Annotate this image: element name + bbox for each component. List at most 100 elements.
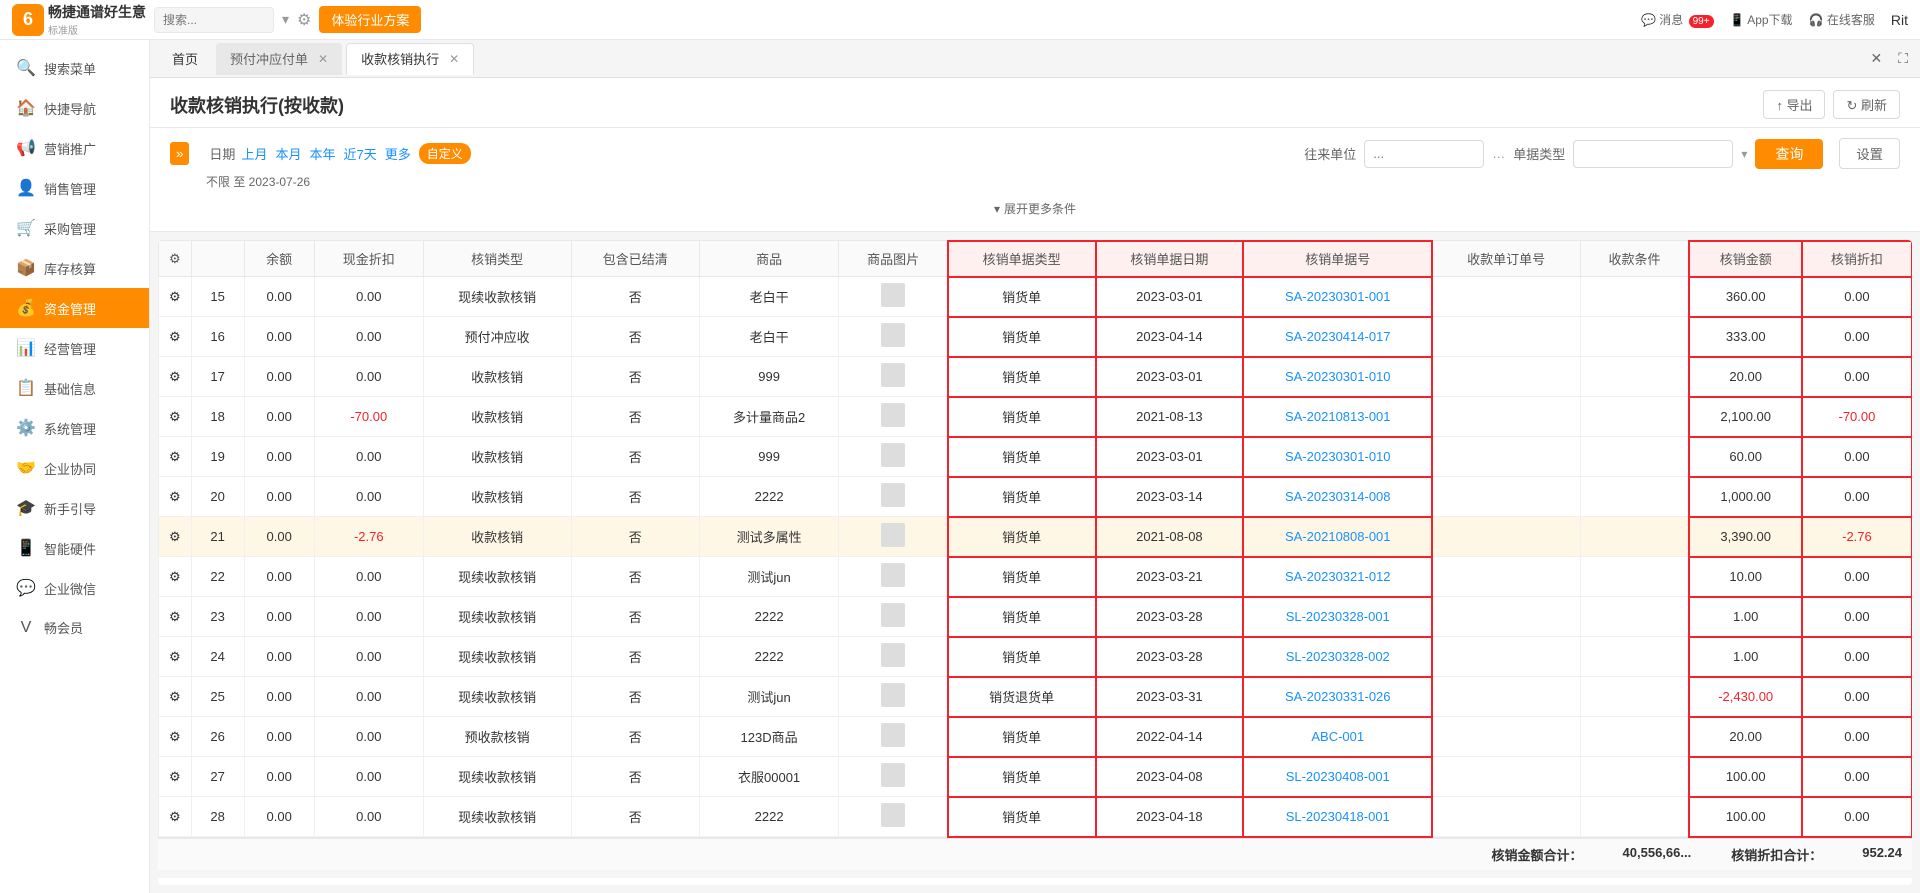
writeoff-bill-link[interactable]: SA-20230321-012 [1285,569,1391,584]
filter-toggle-button[interactable]: » [170,142,189,165]
td-settings[interactable]: ⚙ [159,557,192,597]
sidebar-item-finance[interactable]: 💰 资金管理 [0,288,149,328]
td-writeoff-bill-no[interactable]: SL-20230328-002 [1243,637,1432,677]
sidebar-item-inventory[interactable]: 📦 库存核算 [0,248,149,288]
sidebar-item-member[interactable]: V 畅会员 [0,608,149,647]
page-title: 收款核销执行(按收款) [170,92,344,118]
td-writeoff-bill-no[interactable]: SA-20230321-012 [1243,557,1432,597]
date-more[interactable]: 更多 [385,144,411,163]
writeoff-bill-link[interactable]: SA-20230301-010 [1285,369,1391,384]
tab-prepay[interactable]: 预付冲应付单 ✕ [216,43,342,75]
td-writeoff-bill-type: 销货单 [948,597,1096,637]
td-settings[interactable]: ⚙ [159,517,192,557]
user-name[interactable]: Rit [1891,12,1908,28]
writeoff-bill-link[interactable]: SA-20230414-017 [1285,329,1391,344]
top-bar-left: 6 畅捷通谱好生意 标准版 ▾ ⚙ 体验行业方案 [12,2,1633,37]
settings-button[interactable]: 设置 [1839,138,1900,169]
sidebar-item-search[interactable]: 🔍 搜索菜单 [0,48,149,88]
writeoff-bill-link[interactable]: SL-20230328-001 [1286,609,1390,624]
date-this-month[interactable]: 本月 [275,144,301,163]
td-writeoff-bill-no[interactable]: SA-20230314-008 [1243,477,1432,517]
writeoff-bill-link[interactable]: SA-20230314-008 [1285,489,1391,504]
sidebar-label-search: 搜索菜单 [44,59,96,78]
td-settings[interactable]: ⚙ [159,317,192,357]
writeoff-bill-link[interactable]: SA-20230301-010 [1285,449,1391,464]
sidebar-item-hardware[interactable]: 📱 智能硬件 [0,528,149,568]
td-settings[interactable]: ⚙ [159,477,192,517]
writeoff-bill-link[interactable]: SA-20210808-001 [1285,529,1391,544]
td-settings[interactable]: ⚙ [159,357,192,397]
query-button[interactable]: 查询 [1755,139,1823,169]
writeoff-bill-link[interactable]: SA-20230301-001 [1285,289,1391,304]
td-writeoff-bill-no[interactable]: ABC-001 [1243,717,1432,757]
tab-collection[interactable]: 收款核销执行 ✕ [346,43,474,75]
writeoff-bill-link[interactable]: SA-20230331-026 [1285,689,1391,704]
date-this-year[interactable]: 本年 [309,144,335,163]
sidebar-item-sales[interactable]: 👤 销售管理 [0,168,149,208]
from-unit-input[interactable] [1364,140,1484,168]
sidebar-item-purchase[interactable]: 🛒 采购管理 [0,208,149,248]
tab-collection-close-icon[interactable]: ✕ [449,52,459,66]
td-seq: 24 [191,637,244,677]
app-download-link[interactable]: 📱 App下载 [1730,11,1793,28]
td-writeoff-bill-no[interactable]: SA-20210813-001 [1243,397,1432,437]
td-settings[interactable]: ⚙ [159,797,192,837]
td-writeoff-bill-no[interactable]: SA-20230301-010 [1243,437,1432,477]
td-writeoff-type: 现续收款核销 [423,797,571,837]
td-settings[interactable]: ⚙ [159,677,192,717]
td-writeoff-bill-no[interactable]: SA-20230301-010 [1243,357,1432,397]
td-writeoff-bill-no[interactable]: SL-20230328-001 [1243,597,1432,637]
writeoff-bill-link[interactable]: SL-20230328-002 [1286,649,1390,664]
tab-home[interactable]: 首页 [158,43,212,75]
writeoff-bill-link[interactable]: SL-20230418-001 [1286,809,1390,824]
gear-icon[interactable]: ⚙ [297,10,311,30]
td-settings[interactable]: ⚙ [159,437,192,477]
tab-close-all-button[interactable]: ✕ [1866,46,1886,71]
writeoff-bill-link[interactable]: SA-20210813-001 [1285,409,1391,424]
td-writeoff-bill-no[interactable]: SA-20210808-001 [1243,517,1432,557]
td-settings[interactable]: ⚙ [159,637,192,677]
tab-prepay-close-icon[interactable]: ✕ [318,52,328,66]
from-unit-label: 往来单位 [1304,144,1356,163]
td-writeoff-bill-no[interactable]: SA-20230331-026 [1243,677,1432,717]
td-balance: 0.00 [244,357,314,397]
td-writeoff-bill-no[interactable]: SL-20230408-001 [1243,757,1432,797]
message-area[interactable]: 💬 消息 99+ [1641,11,1714,28]
td-writeoff-discount: 0.00 [1802,277,1911,317]
sidebar-item-guide[interactable]: 🎓 新手引导 [0,488,149,528]
expand-conditions-button[interactable]: ▾ 展开更多条件 [994,200,1076,217]
td-settings[interactable]: ⚙ [159,597,192,637]
search-input[interactable] [154,7,274,33]
td-settings[interactable]: ⚙ [159,397,192,437]
sidebar-item-quick[interactable]: 🏠 快捷导航 [0,88,149,128]
writeoff-bill-link[interactable]: ABC-001 [1311,729,1364,744]
td-writeoff-bill-no[interactable]: SA-20230301-001 [1243,277,1432,317]
sidebar-label-inventory: 库存核算 [44,259,96,278]
refresh-button[interactable]: ↻ 刷新 [1833,90,1900,119]
online-service-link[interactable]: 🎧 在线客服 [1809,11,1875,28]
writeoff-bill-link[interactable]: SL-20230408-001 [1286,769,1390,784]
sidebar-item-wechat[interactable]: 💬 企业微信 [0,568,149,608]
trial-button[interactable]: 体验行业方案 [319,6,421,33]
sidebar-item-enterprise[interactable]: 🤝 企业协同 [0,448,149,488]
td-cash-discount: 0.00 [314,277,423,317]
td-writeoff-bill-no[interactable]: SA-20230414-017 [1243,317,1432,357]
sidebar-item-system[interactable]: ⚙️ 系统管理 [0,408,149,448]
td-settings[interactable]: ⚙ [159,277,192,317]
td-collection-condition [1580,597,1689,637]
date-7days[interactable]: 近7天 [343,144,376,163]
export-button[interactable]: ↑ 导出 [1763,90,1825,119]
date-custom[interactable]: 自定义 [419,143,471,164]
sidebar-item-operation[interactable]: 📊 经营管理 [0,328,149,368]
date-last-month[interactable]: 上月 [241,144,267,163]
tab-expand-button[interactable]: ⛶ [1894,46,1912,71]
member-icon: V [16,619,36,637]
td-settings[interactable]: ⚙ [159,717,192,757]
sidebar-item-marketing[interactable]: 📢 营销推广 [0,128,149,168]
th-settings[interactable]: ⚙ [159,241,192,277]
single-type-input[interactable] [1573,140,1733,168]
sidebar-item-basic[interactable]: 📋 基础信息 [0,368,149,408]
td-settings[interactable]: ⚙ [159,757,192,797]
td-writeoff-bill-no[interactable]: SL-20230418-001 [1243,797,1432,837]
horizontal-scrollbar[interactable] [158,870,1912,878]
